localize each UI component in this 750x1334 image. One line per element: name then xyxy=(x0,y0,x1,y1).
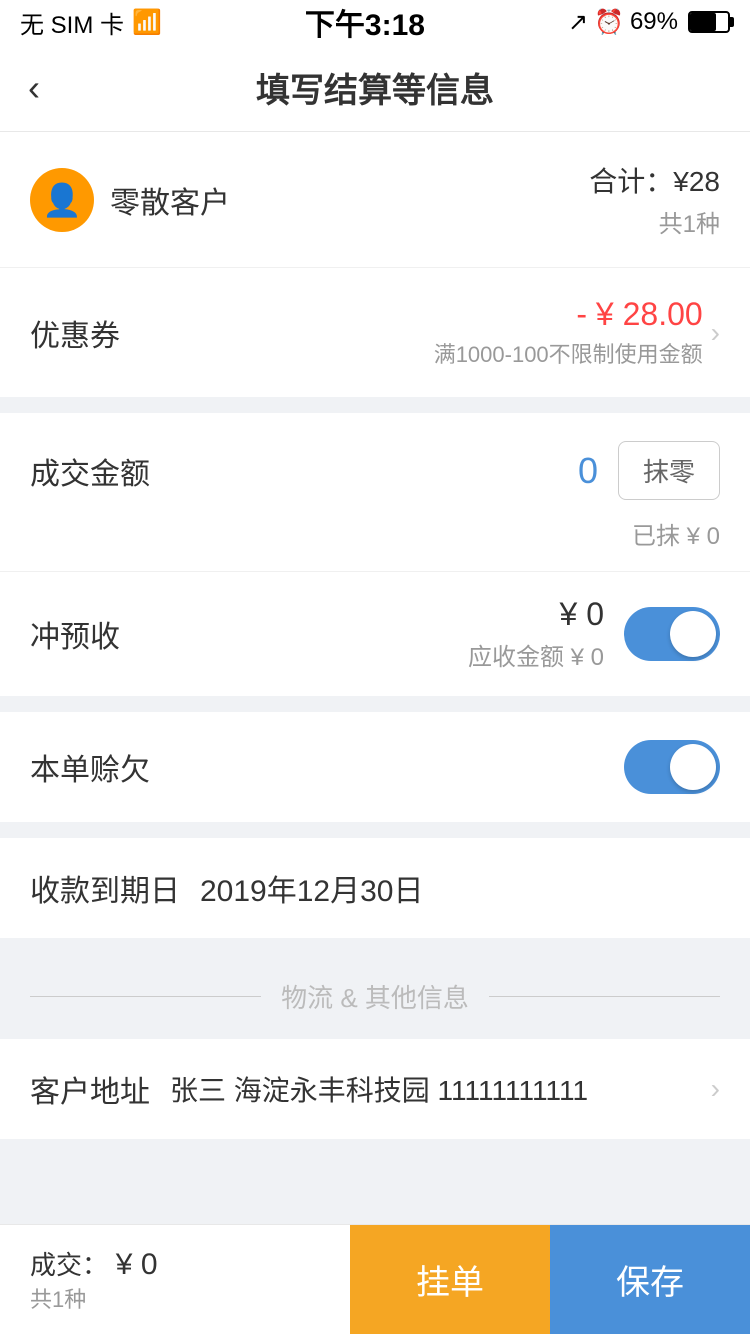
save-button[interactable]: 保存 xyxy=(550,1225,750,1334)
total-count: 共1种 xyxy=(589,204,720,239)
arrears-toggle[interactable] xyxy=(624,740,720,794)
round-zero-button[interactable]: 抹零 xyxy=(618,441,720,500)
customer-right: 合计：¥28 共1种 xyxy=(589,160,720,239)
pending-button[interactable]: 挂单 xyxy=(350,1225,550,1334)
arrears-label: 本单赊欠 xyxy=(30,745,150,789)
coupon-row[interactable]: 优惠券 - ¥ 28.00 满1000-100不限制使用金额 › xyxy=(0,267,750,397)
coupon-info: - ¥ 28.00 满1000-100不限制使用金额 xyxy=(434,296,703,369)
content: 👤 零散客户 合计：¥28 共1种 优惠券 - ¥ 28.00 满1000-10… xyxy=(0,132,750,1275)
divider-line-right xyxy=(489,996,720,997)
coupon-discount: - ¥ 28.00 xyxy=(434,296,703,333)
pre-collect-right: ¥ 0 应收金额 ¥ 0 xyxy=(468,596,720,672)
bottom-deal-label: 成交： xyxy=(30,1250,108,1280)
toggle-knob xyxy=(670,611,716,657)
status-right: ↗ ⏰ 69% xyxy=(568,8,730,37)
avatar-icon: 👤 xyxy=(42,181,82,219)
deal-section: 成交金额 0 抹零 已抹 ¥ 0 冲预收 ¥ 0 应收金额 ¥ 0 xyxy=(0,413,750,696)
logistics-label: 物流 & 其他信息 xyxy=(281,978,469,1015)
pre-collect-row: 冲预收 ¥ 0 应收金额 ¥ 0 xyxy=(0,571,750,696)
total-amount: 合计：¥28 xyxy=(589,160,720,200)
coupon-right: - ¥ 28.00 满1000-100不限制使用金额 › xyxy=(434,296,720,369)
location-icon: ↗ xyxy=(568,8,588,37)
avatar: 👤 xyxy=(30,168,94,232)
bottom-summary: 成交： ¥ 0 共1种 xyxy=(0,1225,350,1334)
address-label: 客户地址 xyxy=(30,1067,150,1111)
wifi-icon: 📶 xyxy=(132,8,162,37)
status-left: 无 SIM 卡 📶 xyxy=(20,5,162,40)
customer-section: 👤 零散客户 合计：¥28 共1种 优惠券 - ¥ 28.00 满1000-10… xyxy=(0,132,750,397)
coupon-desc: 满1000-100不限制使用金额 xyxy=(434,337,703,369)
alarm-icon: ⏰ xyxy=(594,8,624,37)
due-date-row[interactable]: 收款到期日 2019年12月30日 xyxy=(0,838,750,938)
customer-row: 👤 零散客户 合计：¥28 共1种 xyxy=(0,132,750,267)
coupon-label: 优惠券 xyxy=(30,311,120,355)
pre-collect-label: 冲预收 xyxy=(30,612,120,656)
pre-amount-info: ¥ 0 应收金额 ¥ 0 xyxy=(468,596,604,672)
back-button[interactable]: ‹ xyxy=(28,67,40,109)
status-bar: 无 SIM 卡 📶 下午3:18 ↗ ⏰ 69% xyxy=(0,0,750,44)
nav-bar: ‹ 填写结算等信息 xyxy=(0,44,750,132)
bottom-deal-count: 共1种 xyxy=(30,1282,320,1314)
address-value: 张三 海淀永丰科技园 11111111111 xyxy=(170,1069,691,1109)
address-chevron-icon: › xyxy=(711,1073,720,1105)
bottom-deal-row: 成交： ¥ 0 xyxy=(30,1245,320,1282)
due-date-value: 2019年12月30日 xyxy=(200,866,423,910)
customer-left: 👤 零散客户 xyxy=(30,168,230,232)
deal-row: 成交金额 0 抹零 xyxy=(0,413,750,516)
pre-amount: ¥ 0 xyxy=(468,596,604,633)
bottom-bar: 成交： ¥ 0 共1种 挂单 保存 xyxy=(0,1224,750,1334)
address-row[interactable]: 客户地址 张三 海淀永丰科技园 11111111111 › xyxy=(0,1039,750,1139)
battery-percent: 69% xyxy=(630,8,678,36)
due-date-label: 收款到期日 xyxy=(30,866,180,910)
deal-right: 0 抹零 xyxy=(538,441,720,500)
bottom-deal-amount: ¥ 0 xyxy=(116,1248,158,1281)
page-title: 填写结算等信息 xyxy=(256,63,494,112)
arrears-toggle-knob xyxy=(670,744,716,790)
battery-icon xyxy=(688,11,730,33)
coupon-chevron-icon: › xyxy=(711,317,720,349)
customer-name: 零散客户 xyxy=(110,178,230,222)
pre-collect-toggle[interactable] xyxy=(624,607,720,661)
logistics-divider: 物流 & 其他信息 xyxy=(0,954,750,1039)
divider-line-left xyxy=(30,996,261,997)
network-label: 无 SIM 卡 xyxy=(20,5,124,40)
deal-amount[interactable]: 0 xyxy=(538,450,598,492)
status-time: 下午3:18 xyxy=(305,0,425,44)
arrears-section: 本单赊欠 xyxy=(0,712,750,822)
deal-label: 成交金额 xyxy=(30,441,150,493)
deal-sub-label: 已抹 ¥ 0 xyxy=(0,516,750,571)
pre-sub-label: 应收金额 ¥ 0 xyxy=(468,637,604,672)
